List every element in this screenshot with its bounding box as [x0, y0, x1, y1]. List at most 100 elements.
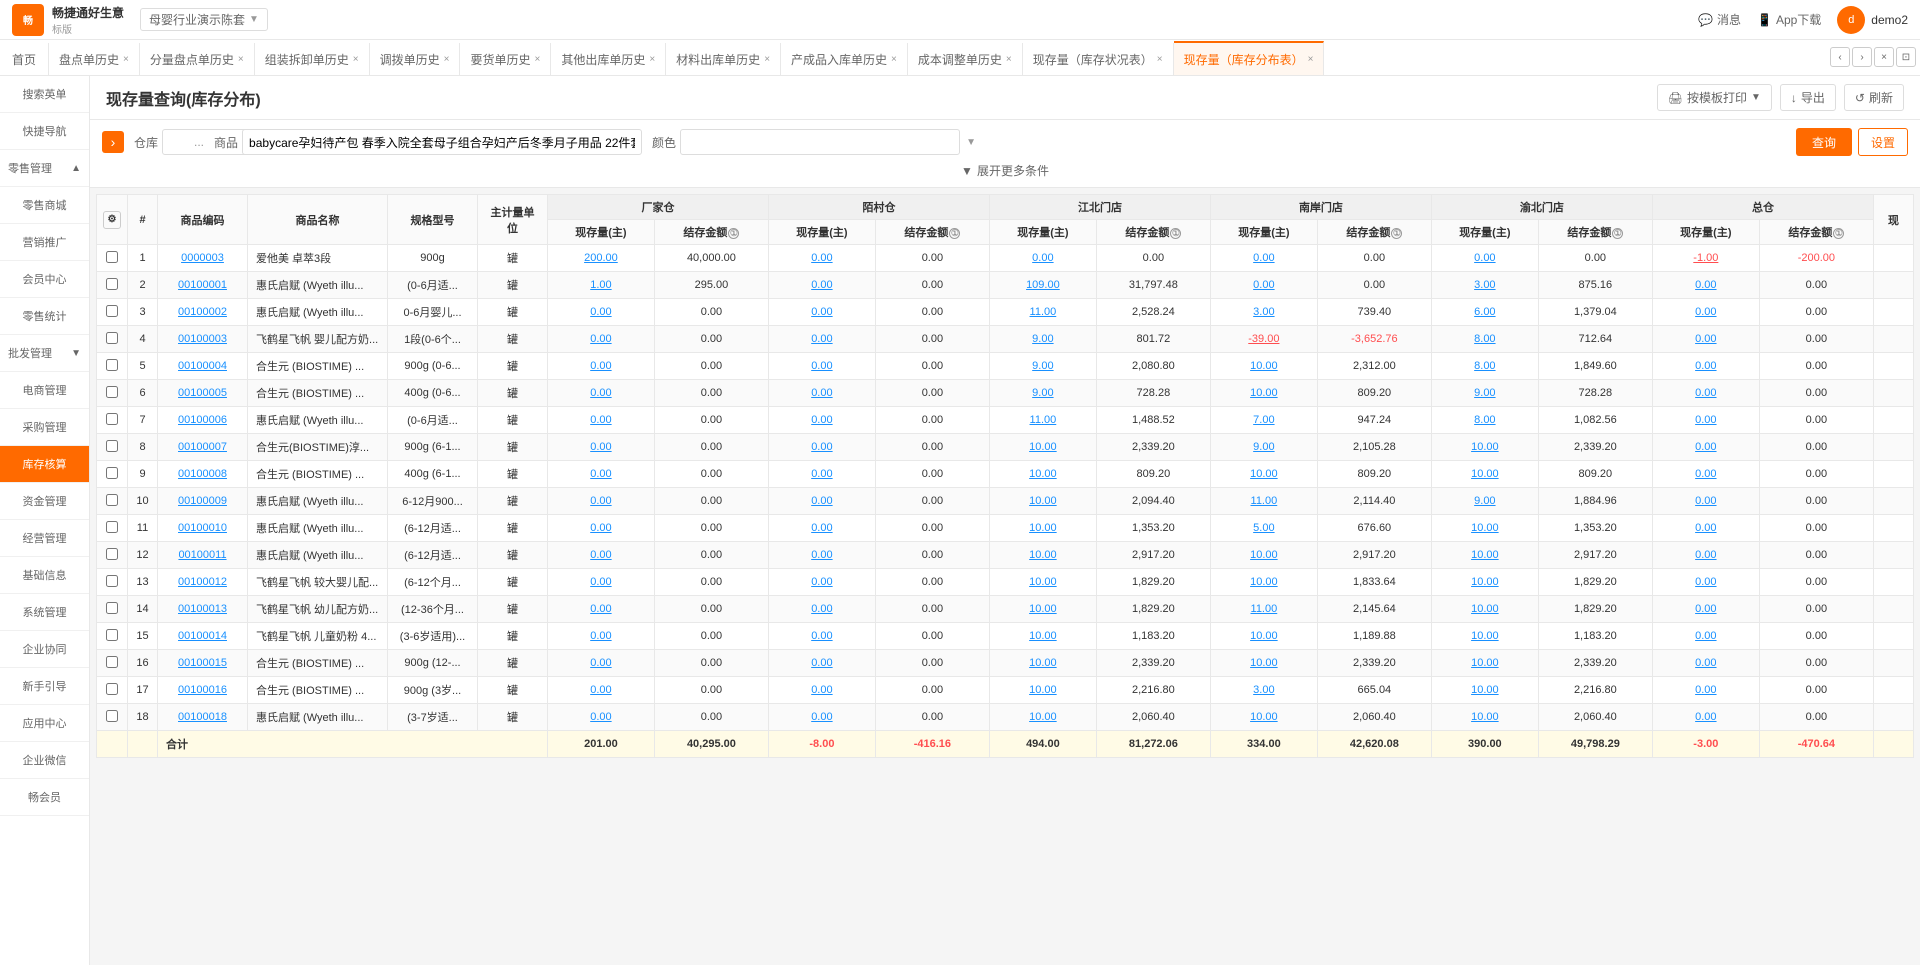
tab-assembly-history[interactable]: 组装拆卸单历史 × [255, 43, 370, 75]
tab-material-out-history[interactable]: 材料出库单历史 × [666, 43, 781, 75]
row-checkbox[interactable] [106, 656, 118, 668]
sidebar-item-operations[interactable]: 经营管理 [0, 520, 89, 557]
sidebar-item-guide[interactable]: 新手引导 [0, 668, 89, 705]
sidebar-item-quick-nav[interactable]: 快捷导航 [0, 113, 89, 150]
row-checkbox[interactable] [106, 683, 118, 695]
industry-dropdown-icon[interactable]: ▼ [249, 14, 259, 25]
row-checkbox[interactable] [106, 629, 118, 641]
print-dropdown-icon: ▼ [1751, 92, 1761, 103]
row-checkbox[interactable] [106, 305, 118, 317]
tab-inventory-check-history[interactable]: 盘点单历史 × [49, 43, 140, 75]
row-checkbox[interactable] [106, 602, 118, 614]
sidebar-item-purchase[interactable]: 采购管理 [0, 409, 89, 446]
tab-more-btn[interactable]: ⊡ [1896, 47, 1916, 67]
table-row: 13 00100012 飞鹤星飞帆 较大婴儿配... (6-12个月... 罐 … [97, 569, 1914, 596]
sidebar-item-system[interactable]: 系统管理 [0, 594, 89, 631]
tab-transfer-history[interactable]: 调拨单历史 × [370, 43, 461, 75]
footer-tot-amt: -470.64 [1759, 731, 1873, 758]
row-checkbox[interactable] [106, 467, 118, 479]
tab-close-btn[interactable]: × [1874, 47, 1894, 67]
footer-jb-amt: 81,272.06 [1096, 731, 1210, 758]
sidebar-item-wechat[interactable]: 企业微信 [0, 742, 89, 779]
logo-text: 畅捷通好生意 [52, 4, 124, 21]
sidebar-item-retail-mgmt[interactable]: 零售管理▲ [0, 150, 89, 187]
row-checkbox[interactable] [106, 494, 118, 506]
tab-sub-inventory-history[interactable]: 分量盘点单历史 × [140, 43, 255, 75]
table-row: 6 00100005 合生元 (BIOSTIME) ... 400g (0-6.… [97, 380, 1914, 407]
setting-button[interactable]: 设置 [1858, 128, 1908, 156]
settings-icon-btn[interactable]: ⚙ [103, 211, 121, 229]
table-row: 15 00100014 飞鹤星飞帆 儿童奶粉 4... (3-6岁适用)... … [97, 623, 1914, 650]
expand-icon: ▼ [961, 164, 973, 178]
row-checkbox[interactable] [106, 278, 118, 290]
col-factory-qty: 现存量(主) [548, 220, 655, 245]
app-download-btn[interactable]: 📱 App下载 [1757, 11, 1821, 28]
row-checkbox[interactable] [106, 251, 118, 263]
sidebar-item-retail-stats[interactable]: 零售统计 [0, 298, 89, 335]
row-checkbox[interactable] [106, 359, 118, 371]
tab-order-history[interactable]: 要货单历史 × [460, 43, 551, 75]
expand-conditions-btn[interactable]: ▼ 展开更多条件 [961, 162, 1049, 179]
expand-search-btn[interactable]: › [102, 131, 124, 153]
tab-cost-adjust-history[interactable]: 成本调整单历史 × [908, 43, 1023, 75]
industry-selector[interactable]: 母婴行业演示陈套 [149, 11, 245, 28]
row-checkbox[interactable] [106, 575, 118, 587]
print-icon: 🖨 [1668, 91, 1683, 105]
footer-fj-qty: 201.00 [548, 731, 655, 758]
row-checkbox[interactable] [106, 413, 118, 425]
sidebar-item-member2[interactable]: 畅会员 [0, 779, 89, 816]
sidebar-item-marketing[interactable]: 营销推广 [0, 224, 89, 261]
sidebar-item-ecommerce[interactable]: 电商管理 [0, 372, 89, 409]
col-index-header: # [128, 195, 158, 245]
product-input[interactable] [242, 129, 642, 155]
col-jb-qty: 现存量(主) [989, 220, 1096, 245]
tab-product-in-history[interactable]: 产成品入库单历史 × [781, 43, 908, 75]
col-group-jiangbei: 江北门店 [989, 195, 1210, 220]
sidebar-item-member[interactable]: 会员中心 [0, 261, 89, 298]
sidebar-item-basics[interactable]: 基础信息 [0, 557, 89, 594]
tab-prev-btn[interactable]: ‹ [1830, 47, 1850, 67]
footer-mc-qty: -8.00 [768, 731, 875, 758]
sidebar-item-finance[interactable]: 资金管理 [0, 483, 89, 520]
col-na-amt: 结存金额① [1317, 220, 1431, 245]
tab-stock-distribution[interactable]: 现存量（库存分布表） × [1174, 41, 1325, 75]
sidebar-item-search[interactable]: 搜索英单 [0, 76, 89, 113]
tab-stock-status[interactable]: 现存量（库存状况表） × [1023, 43, 1174, 75]
sidebar-item-retail-mall[interactable]: 零售商城 [0, 187, 89, 224]
sidebar-item-inventory[interactable]: 库存核算 [0, 446, 89, 483]
col-mocun-amt: 结存金额① [875, 220, 989, 245]
row-checkbox[interactable] [106, 710, 118, 722]
export-btn[interactable]: ↓ 导出 [1780, 84, 1836, 111]
col-name-header: 商品名称 [248, 195, 388, 245]
print-btn[interactable]: 🖨 按模板打印 ▼ [1657, 84, 1772, 111]
color-dropdown-icon[interactable]: ▼ [966, 137, 976, 148]
table-row: 12 00100011 惠氏启赋 (Wyeth illu... (6-12月适.… [97, 542, 1914, 569]
query-button[interactable]: 查询 [1796, 128, 1852, 156]
tab-other-out-history[interactable]: 其他出库单历史 × [551, 43, 666, 75]
sidebar-item-wholesale[interactable]: 批发管理▼ [0, 335, 89, 372]
row-checkbox[interactable] [106, 386, 118, 398]
footer-tot-qty: -3.00 [1652, 731, 1759, 758]
row-checkbox[interactable] [106, 440, 118, 452]
col-group-yubei: 渝北门店 [1431, 195, 1652, 220]
table-row: 14 00100013 飞鹤星飞帆 幼儿配方奶... (12-36个月... 罐… [97, 596, 1914, 623]
col-mocun-qty: 现存量(主) [768, 220, 875, 245]
col-factory-amt: 结存金额① [654, 220, 768, 245]
col-jb-amt: 结存金额① [1096, 220, 1210, 245]
footer-yb-amt: 49,798.29 [1538, 731, 1652, 758]
sidebar-item-app-center[interactable]: 应用中心 [0, 705, 89, 742]
tab-home[interactable]: 首页 [0, 43, 49, 75]
row-checkbox[interactable] [106, 521, 118, 533]
tab-next-btn[interactable]: › [1852, 47, 1872, 67]
refresh-btn[interactable]: ↺ 刷新 [1844, 84, 1904, 111]
sidebar-item-enterprise[interactable]: 企业协同 [0, 631, 89, 668]
row-checkbox[interactable] [106, 548, 118, 560]
message-icon: 💬 [1698, 13, 1713, 27]
table-row: 2 00100001 惠氏启赋 (Wyeth illu... (0-6月适...… [97, 272, 1914, 299]
col-code-header: 商品编码 [158, 195, 248, 245]
col-tot-qty: 现存量(主) [1652, 220, 1759, 245]
avatar: d [1837, 6, 1865, 34]
row-checkbox[interactable] [106, 332, 118, 344]
color-input[interactable] [680, 129, 960, 155]
message-btn[interactable]: 💬 消息 [1698, 11, 1741, 28]
